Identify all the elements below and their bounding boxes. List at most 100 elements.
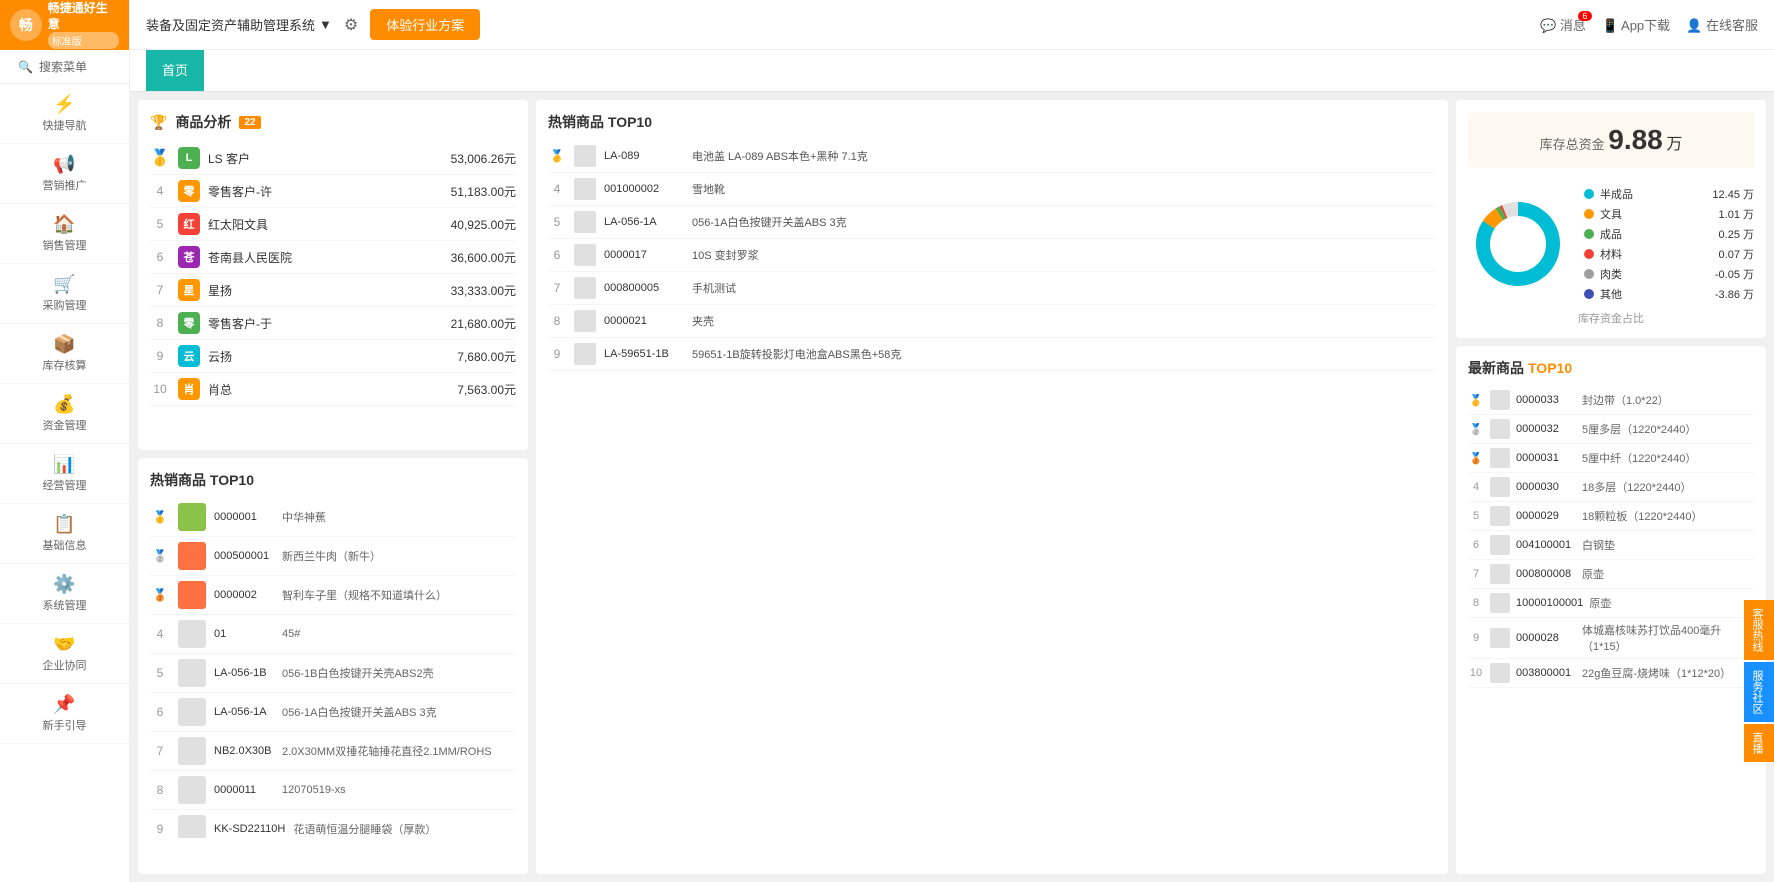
legend-name-2: 文具: [1600, 206, 1713, 222]
legend-value-3: 0.25 万: [1719, 226, 1754, 242]
donut-chart: 半成品 12.45 万 文具 1.01 万 成品 0.25 万: [1468, 178, 1754, 310]
hot-num-7: 7: [150, 744, 170, 758]
sidebar-item-purchase[interactable]: 🛒 采购管理: [0, 264, 129, 324]
float-btn-service[interactable]: 客服热线: [1744, 600, 1774, 660]
system-selector[interactable]: 装备及固定资产辅助管理系统 ▼: [146, 15, 332, 34]
hot-code-1: 0000001: [214, 511, 274, 523]
main-area: 装备及固定资产辅助管理系统 ▼ ⚙ 体验行业方案 💬 6 消息 📱 App下载 …: [130, 0, 1774, 882]
newest-code-5: 0000029: [1516, 510, 1576, 522]
sales-icon: 🏠: [53, 214, 75, 235]
product-name-2: 雪地靴: [692, 181, 1436, 197]
rank-badge-4: 苍: [178, 246, 200, 268]
message-badge-container[interactable]: 💬 6 消息: [1540, 15, 1586, 34]
settings-icon[interactable]: ⚙: [344, 15, 358, 35]
sidebar-item-base[interactable]: 📋 基础信息: [0, 504, 129, 564]
legend-value-6: -3.86 万: [1715, 286, 1754, 302]
sidebar-item-guide[interactable]: 📌 新手引导: [0, 684, 129, 744]
product-code-1: LA-089: [604, 150, 684, 162]
newest-name-10: 22g鱼豆腐-烧烤味（1*12*20）: [1582, 665, 1754, 681]
hot-img-3: [178, 581, 206, 609]
newest-medal-3: 🥉: [1468, 452, 1484, 465]
rank-badge-7: 云: [178, 345, 200, 367]
app-download[interactable]: 📱 App下载: [1602, 15, 1670, 34]
legend-name-4: 材料: [1600, 246, 1713, 262]
rank-name-7: 云扬: [208, 348, 449, 365]
message-count: 6: [1578, 11, 1592, 21]
system-label: 系统管理: [43, 597, 87, 613]
newest-top10-header: 最新商品 TOP10: [1468, 358, 1754, 378]
newest-item-3: 🥉 0000031 5厘中纤（1220*2440）: [1468, 444, 1754, 473]
sidebar-item-marketing[interactable]: 📢 营销推广: [0, 144, 129, 204]
legend-item-1: 半成品 12.45 万: [1584, 186, 1754, 202]
purchase-icon: 🛒: [53, 274, 75, 295]
newest-name-6: 白钢垫: [1582, 537, 1754, 553]
product-name-4: 10S 变封罗浆: [692, 247, 1436, 263]
rank-medal-1: 🥇: [150, 148, 170, 168]
product-code-2: 001000002: [604, 183, 684, 195]
newest-item-4: 4 0000030 18多层（1220*2440）: [1468, 473, 1754, 502]
legend-dot-4: [1584, 249, 1594, 259]
online-service[interactable]: 👤 在线客服: [1686, 15, 1758, 34]
search-menu[interactable]: 🔍 搜索菜单: [0, 50, 129, 84]
guide-icon: 📌: [53, 694, 75, 715]
sidebar-item-inventory[interactable]: 📦 库存核算: [0, 324, 129, 384]
product-num-2: 4: [548, 182, 566, 196]
sidebar-item-operation[interactable]: 📊 经营管理: [0, 444, 129, 504]
tab-home[interactable]: 首页: [146, 50, 204, 91]
newest-item-2: 🥈 0000032 5厘多层（1220*2440）: [1468, 415, 1754, 444]
base-label: 基础信息: [43, 537, 87, 553]
hot-code-5: LA-056-1B: [214, 667, 274, 679]
sidebar-item-system[interactable]: ⚙️ 系统管理: [0, 564, 129, 624]
rank-badge-8: 肖: [178, 378, 200, 400]
rank-item-2: 4 零 零售客户-许 51,183.00元: [150, 175, 516, 208]
inventory-chart-label: 库存资金占比: [1468, 310, 1754, 326]
hot-code-4: 01: [214, 628, 274, 640]
hot-products-title: 热销商品 TOP10: [150, 470, 254, 490]
newest-img-2: [1490, 419, 1510, 439]
legend-item-3: 成品 0.25 万: [1584, 226, 1754, 242]
sidebar: 畅 畅捷通好生意 标准版 🔍 搜索菜单 ⚡ 快捷导航 📢 营销推广 🏠 销售管理…: [0, 0, 130, 882]
legend-value-2: 1.01 万: [1719, 206, 1754, 222]
operation-label: 经营管理: [43, 477, 87, 493]
content-area: 🏆 商品分析 22 🥇 L LS 客户 53,006.26元 4 零 零售客户-…: [130, 92, 1774, 882]
legend-dot-1: [1584, 189, 1594, 199]
chevron-down-icon: ▼: [319, 17, 332, 32]
sidebar-item-quicknav[interactable]: ⚡ 快捷导航: [0, 84, 129, 144]
inventory-total: 库存总资金 9.88 万: [1468, 112, 1754, 168]
hot-num-4: 4: [150, 627, 170, 641]
newest-code-9: 0000028: [1516, 632, 1576, 644]
newest-item-5: 5 0000029 18颗粒板（1220*2440）: [1468, 502, 1754, 531]
newest-num-5: 5: [1468, 510, 1484, 522]
trial-button[interactable]: 体验行业方案: [370, 9, 480, 40]
hot-code-8: 0000011: [214, 784, 274, 796]
hot-num-5: 5: [150, 666, 170, 680]
hot-code-7: NB2.0X30B: [214, 745, 274, 757]
trophy-icon: 🏆: [150, 114, 167, 131]
rank-name-3: 红太阳文具: [208, 216, 443, 233]
hot-products-header: 热销商品 TOP10: [150, 470, 516, 490]
quicknav-label: 快捷导航: [43, 117, 87, 133]
product-name-6: 夹壳: [692, 313, 1436, 329]
newest-top10-card: 最新商品 TOP10 🥇 0000033 封边带（1.0*22） 🥈 00000…: [1456, 346, 1766, 874]
float-btn-live[interactable]: 直播: [1744, 724, 1774, 762]
sidebar-item-coop[interactable]: 🤝 企业协同: [0, 624, 129, 684]
system-title: 装备及固定资产辅助管理系统: [146, 15, 315, 34]
sidebar-item-finance[interactable]: 💰 资金管理: [0, 384, 129, 444]
rank-num-3: 5: [150, 217, 170, 231]
sidebar-nav: ⚡ 快捷导航 📢 营销推广 🏠 销售管理 🛒 采购管理 📦 库存核算 💰 资金管…: [0, 84, 129, 882]
rank-badge-1: L: [178, 147, 200, 169]
float-btn-community[interactable]: 服务社区: [1744, 662, 1774, 722]
hot-img-5: [178, 659, 206, 687]
rank-name-8: 肖总: [208, 381, 449, 398]
newest-code-1: 0000033: [1516, 394, 1576, 406]
rank-num-4: 6: [150, 250, 170, 264]
quicknav-icon: ⚡: [53, 94, 75, 115]
inventory-card: 库存总资金 9.88 万: [1456, 100, 1766, 338]
sidebar-item-sales[interactable]: 🏠 销售管理: [0, 204, 129, 264]
marketing-label: 营销推广: [43, 177, 87, 193]
product-item-6: 8 0000021 夹壳: [548, 305, 1436, 338]
mid-panel: 热销商品 TOP10 🥇 LA-089 电池盖 LA-089 ABS本色+黑种 …: [536, 100, 1448, 874]
product-item-4: 6 0000017 10S 变封罗浆: [548, 239, 1436, 272]
rank-item-4: 6 苍 苍南县人民医院 36,600.00元: [150, 241, 516, 274]
hot-name-6: 056-1A白色按键开关盖ABS 3克: [282, 704, 516, 720]
